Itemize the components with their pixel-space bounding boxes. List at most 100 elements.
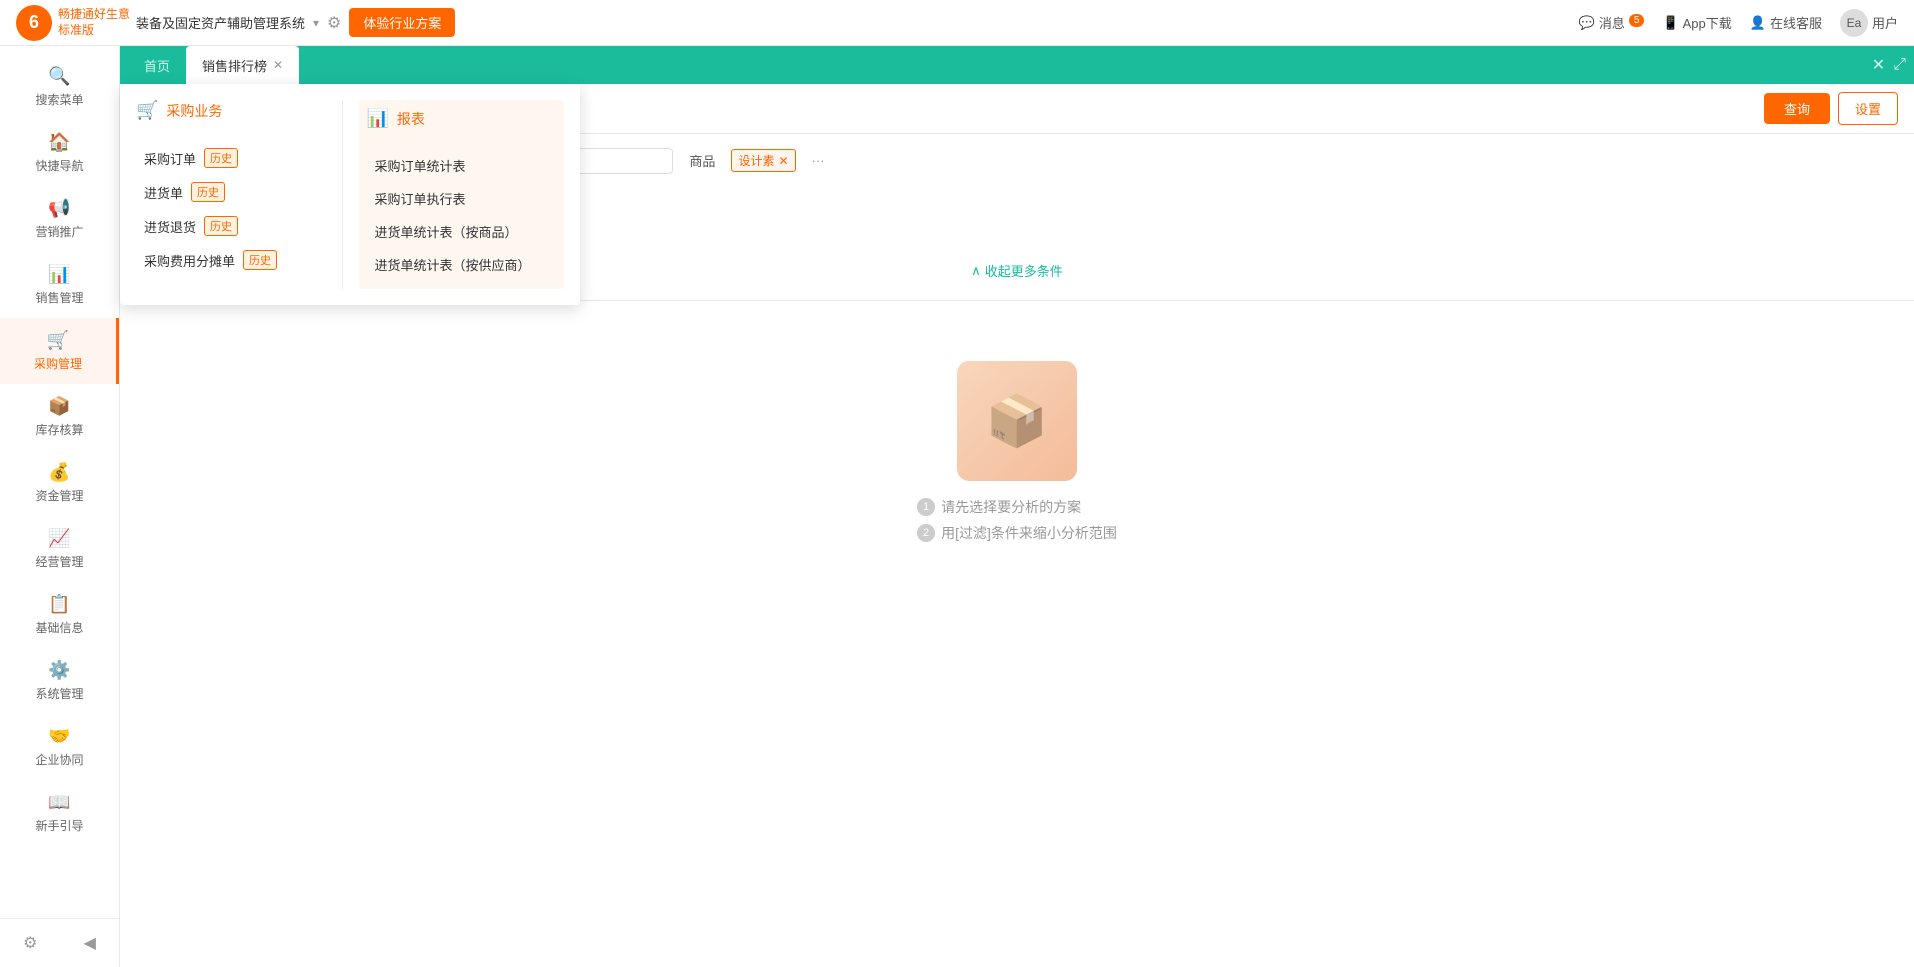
service-button[interactable]: 👤 在线客服 xyxy=(1750,13,1822,32)
goods-tag-text: 设计素 xyxy=(738,152,774,169)
report-col: 📊 报表 采购订单统计表 采购订单执行表 进货单统计表（按商品） 进货单统计表（… xyxy=(359,100,565,289)
basic-info-icon: 📋 xyxy=(48,594,70,615)
dropdown-item-purchase-order[interactable]: 采购订单 历史 xyxy=(136,141,326,175)
guide-icon: 📖 xyxy=(48,792,70,813)
avatar: Ea xyxy=(1840,9,1868,37)
empty-illustration: 📦 xyxy=(957,361,1077,481)
sidebar-item-label: 库存核算 xyxy=(35,421,83,438)
step1-number: 1 xyxy=(917,498,935,516)
sidebar-item-cooperation[interactable]: 🤝 企业协同 xyxy=(0,714,119,780)
cooperation-icon: 🤝 xyxy=(48,726,70,747)
system-name: 装备及固定资产辅助管理系统 xyxy=(136,13,305,32)
goods-filter-label: 商品 xyxy=(689,151,715,170)
sidebar-item-inventory[interactable]: 📦 库存核算 xyxy=(0,384,119,450)
tab-sales-ranking-label: 销售排行榜 xyxy=(202,56,267,75)
sidebar-item-label: 采购管理 xyxy=(34,355,82,372)
search-icon: 🔍 xyxy=(48,66,70,87)
sidebar-bottom: ⚙ ◀ xyxy=(0,918,119,967)
sidebar-item-basic-info[interactable]: 📋 基础信息 xyxy=(0,582,119,648)
home-icon: 🏠 xyxy=(48,132,70,153)
user-button[interactable]: Ea 用户 xyxy=(1840,9,1898,37)
sidebar-item-guide[interactable]: 📖 新手引导 xyxy=(0,780,119,846)
step2-number: 2 xyxy=(917,524,935,542)
tab-maximize-icon[interactable]: ⤢ xyxy=(1893,56,1906,74)
dropdown-item-goods-receipt[interactable]: 进货单 历史 xyxy=(136,175,326,209)
dropdown-item-purchase-order-exec[interactable]: 采购订单执行表 xyxy=(367,182,557,215)
purchase-order-label: 采购订单 xyxy=(144,149,196,168)
goods-return-history-badge: 历史 xyxy=(204,216,238,236)
report-col-icon: 📊 xyxy=(367,108,389,129)
sidebar-item-label: 营销推广 xyxy=(35,223,83,240)
report-col-label: 报表 xyxy=(397,109,425,129)
system-icon: ⚙️ xyxy=(48,660,70,681)
purchase-col: 🛒 采购业务 采购订单 历史 进货单 历史 进货退货 历史 采购费用分摊单 历史 xyxy=(136,100,326,289)
dropdown-item-goods-stat-by-product[interactable]: 进货单统计表（按商品） xyxy=(367,215,557,248)
purchase-expense-label: 采购费用分摊单 xyxy=(144,251,235,270)
tab-home[interactable]: 首页 xyxy=(128,46,186,84)
collapse-label: 收起更多条件 xyxy=(985,261,1063,280)
sidebar-item-label: 企业协同 xyxy=(35,751,83,768)
app-label: App下载 xyxy=(1683,13,1732,32)
goods-stat-supplier-label: 进货单统计表（按供应商） xyxy=(375,255,531,274)
sidebar-item-label: 新手引导 xyxy=(35,817,83,834)
logo: 6 畅捷通好生意 标准版 xyxy=(16,5,136,41)
system-info: 装备及固定资产辅助管理系统 ▾ ⚙ 体验行业方案 xyxy=(136,8,1579,37)
service-icon: 👤 xyxy=(1750,15,1766,31)
sidebar-item-label: 经营管理 xyxy=(35,553,83,570)
message-icon: 💬 xyxy=(1579,15,1595,31)
goods-tag-close-icon[interactable]: ✕ xyxy=(778,154,788,168)
purchase-dropdown-menu: 🛒 采购业务 采购订单 历史 进货单 历史 进货退货 历史 采购费用分摊单 历史… xyxy=(120,84,580,305)
sidebar-item-system[interactable]: ⚙️ 系统管理 xyxy=(0,648,119,714)
dropdown-item-goods-stat-by-supplier[interactable]: 进货单统计表（按供应商） xyxy=(367,248,557,281)
topbar-right: 💬 消息 5 📱 App下载 👤 在线客服 Ea 用户 xyxy=(1579,9,1898,37)
purchase-order-history-badge: 历史 xyxy=(204,148,238,168)
goods-filter-tag: 设计素 ✕ xyxy=(731,149,795,172)
tab-close-window-icon[interactable]: ✕ xyxy=(1872,55,1885,75)
query-button[interactable]: 查询 xyxy=(1764,93,1830,124)
operations-icon: 📈 xyxy=(48,528,70,549)
dropdown-item-purchase-expense[interactable]: 采购费用分摊单 历史 xyxy=(136,243,326,277)
app-download-button[interactable]: 📱 App下载 xyxy=(1662,13,1731,32)
tab-sales-ranking[interactable]: 销售排行榜 ✕ xyxy=(186,46,299,84)
sidebar-item-sales[interactable]: 📊 销售管理 xyxy=(0,252,119,318)
step1-text: 请先选择要分析的方案 xyxy=(941,497,1081,517)
message-badge: 5 xyxy=(1629,14,1645,27)
goods-return-label: 进货退货 xyxy=(144,217,196,236)
purchase-icon: 🛒 xyxy=(47,330,69,351)
goods-filter-more[interactable]: ··· xyxy=(812,153,825,168)
sidebar-item-label: 销售管理 xyxy=(35,289,83,306)
collapse-icon: ∧ xyxy=(971,263,981,279)
sidebar-item-operations[interactable]: 📈 经营管理 xyxy=(0,516,119,582)
empty-icon: 📦 xyxy=(957,361,1077,481)
sidebar-item-finance[interactable]: 💰 资金管理 xyxy=(0,450,119,516)
sidebar-collapse-button[interactable]: ◀ xyxy=(80,929,100,957)
collapse-button[interactable]: ∧ 收起更多条件 xyxy=(971,253,1063,288)
purchase-col-label: 采购业务 xyxy=(166,101,222,121)
dropdown-item-purchase-order-stat[interactable]: 采购订单统计表 xyxy=(367,149,557,182)
tab-close-icon[interactable]: ✕ xyxy=(273,58,283,72)
sidebar-item-label: 快捷导航 xyxy=(35,157,83,174)
sidebar-item-label: 资金管理 xyxy=(35,487,83,504)
sidebar-settings-button[interactable]: ⚙ xyxy=(19,929,41,957)
purchase-col-title: 🛒 采购业务 xyxy=(136,100,326,129)
purchase-expense-history-badge: 历史 xyxy=(243,250,277,270)
purchase-order-stat-label: 采购订单统计表 xyxy=(375,156,466,175)
sidebar-item-search[interactable]: 🔍 搜索菜单 xyxy=(0,54,119,120)
message-button[interactable]: 💬 消息 5 xyxy=(1579,13,1645,32)
sidebar-nav: 🔍 搜索菜单 🏠 快捷导航 📢 营销推广 📊 销售管理 🛒 采购管理 📦 库存核… xyxy=(0,46,119,854)
inventory-icon: 📦 xyxy=(48,396,70,417)
report-col-title: 📊 报表 xyxy=(367,108,557,137)
settings-icon[interactable]: ⚙ xyxy=(327,13,341,33)
topbar: 6 畅捷通好生意 标准版 装备及固定资产辅助管理系统 ▾ ⚙ 体验行业方案 💬 … xyxy=(0,0,1914,46)
dropdown-item-goods-return[interactable]: 进货退货 历史 xyxy=(136,209,326,243)
sidebar-item-quicknav[interactable]: 🏠 快捷导航 xyxy=(0,120,119,186)
sidebar-item-marketing[interactable]: 📢 营销推广 xyxy=(0,186,119,252)
experience-button[interactable]: 体验行业方案 xyxy=(349,8,455,37)
sidebar-item-purchase[interactable]: 🛒 采购管理 xyxy=(0,318,119,384)
filter-settings-button[interactable]: 设置 xyxy=(1838,92,1898,125)
system-dropdown-arrow[interactable]: ▾ xyxy=(313,16,319,30)
logo-icon: 6 xyxy=(16,5,52,41)
message-label: 消息 xyxy=(1599,13,1625,32)
empty-state: 📦 1 请先选择要分析的方案 2 用[过滤]条件来缩小分析范围 xyxy=(120,301,1914,609)
tab-home-label: 首页 xyxy=(144,56,170,75)
